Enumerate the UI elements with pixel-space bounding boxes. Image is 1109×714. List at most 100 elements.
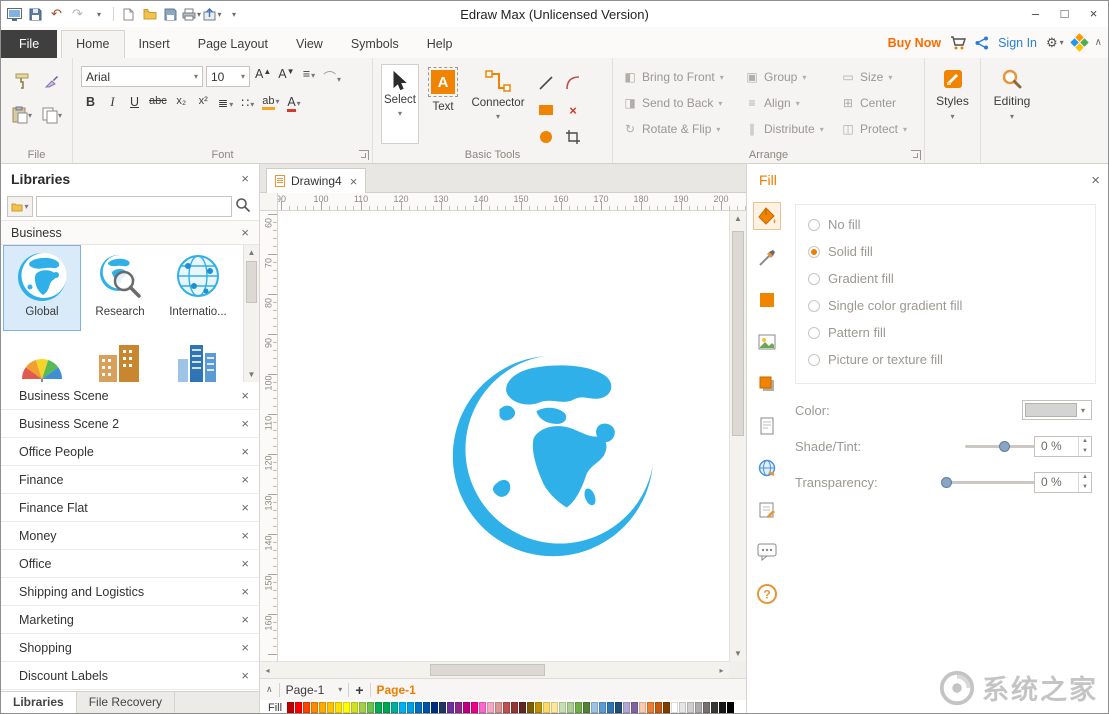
color-swatch[interactable] [439, 702, 447, 713]
color-swatch[interactable] [359, 702, 367, 713]
color-swatch[interactable] [319, 702, 327, 713]
strikethrough-button[interactable]: abc [147, 95, 169, 115]
print-icon[interactable]: ▾ [182, 4, 201, 24]
color-swatch[interactable] [511, 702, 519, 713]
color-swatch[interactable] [719, 702, 727, 713]
color-swatch[interactable] [287, 702, 295, 713]
scroll-down-icon[interactable]: ▼ [730, 646, 746, 661]
library-section-close-icon[interactable]: × [241, 556, 249, 571]
color-swatch[interactable] [415, 702, 423, 713]
color-swatch[interactable] [463, 702, 471, 713]
panel-bottom-tab[interactable]: Libraries [1, 692, 77, 713]
color-swatch[interactable] [503, 702, 511, 713]
align-text-button[interactable]: ≡ ▾ [300, 67, 319, 87]
shape-style-icon[interactable] [753, 286, 781, 314]
color-swatch[interactable] [327, 702, 335, 713]
note-icon[interactable] [753, 496, 781, 524]
color-swatch[interactable] [567, 702, 575, 713]
buy-now-link[interactable]: Buy Now [888, 36, 941, 50]
color-swatch[interactable] [399, 702, 407, 713]
comment-icon[interactable] [753, 538, 781, 566]
shape-buildings[interactable] [81, 331, 159, 382]
cart-icon[interactable] [950, 35, 967, 50]
underline-button[interactable]: U [125, 95, 144, 115]
color-swatch[interactable] [679, 702, 687, 713]
library-section-row[interactable]: Office × [1, 550, 259, 578]
rectangle-tool-icon[interactable] [534, 98, 558, 122]
sign-in-link[interactable]: Sign In [998, 36, 1037, 50]
color-swatch[interactable] [479, 702, 487, 713]
color-swatch[interactable] [303, 702, 311, 713]
line-style-icon[interactable] [753, 244, 781, 272]
arrange-menu-button[interactable]: ▣ Group ▾ [745, 64, 841, 90]
color-swatch[interactable] [615, 702, 623, 713]
transparency-spinner[interactable]: 0 % ▲ ▼ [1034, 471, 1092, 493]
fill-option[interactable]: Gradient fill [796, 265, 1095, 292]
save-as-icon[interactable] [161, 4, 180, 24]
canvas-horizontal-scrollbar[interactable]: ◂ ▸ [260, 661, 729, 678]
add-page-button[interactable]: + [355, 682, 363, 698]
shade-tint-spinner[interactable]: 0 % ▲ ▼ [1034, 435, 1092, 457]
new-document-icon[interactable] [119, 4, 138, 24]
ribbon-tab[interactable]: Help [413, 31, 467, 58]
shrink-font-button[interactable]: A ▼ [276, 67, 296, 87]
slider-knob[interactable] [999, 440, 1010, 452]
bold-button[interactable]: B [81, 95, 100, 115]
color-swatch[interactable] [295, 702, 303, 713]
color-swatch[interactable] [407, 702, 415, 713]
theme-icon[interactable] [1069, 33, 1089, 52]
select-tool-button[interactable]: Select ▾ [381, 64, 419, 144]
library-section-close-icon[interactable]: × [241, 612, 249, 627]
crop-tool-icon[interactable] [561, 125, 585, 149]
line-spacing-button[interactable]: ≣ ▾ [216, 95, 236, 115]
highlight-color-button[interactable]: ab ▾ [260, 95, 281, 115]
grow-font-button[interactable]: A ▲ [253, 67, 273, 87]
library-section-row[interactable]: Shipping and Logistics × [1, 578, 259, 606]
scroll-up-icon[interactable]: ▲ [244, 245, 259, 260]
fill-strip-label[interactable]: Fill [268, 702, 282, 714]
color-swatch[interactable] [551, 702, 559, 713]
collapse-panel-icon[interactable]: ∧ [266, 684, 273, 695]
color-swatch[interactable] [471, 702, 479, 713]
color-picker-dropdown[interactable]: ▾ [1021, 400, 1092, 420]
connector-tool-button[interactable]: Connector ▾ [467, 64, 529, 144]
copy-icon[interactable]: ▾ [39, 100, 65, 130]
library-section-close-icon[interactable]: × [241, 668, 249, 683]
fill-panel-close-icon[interactable]: × [1091, 172, 1100, 189]
fill-option[interactable]: Picture or texture fill [796, 346, 1095, 373]
bullets-button[interactable]: ∷ ▾ [238, 95, 257, 115]
fill-option[interactable]: Single color gradient fill [796, 292, 1095, 319]
color-swatch[interactable] [447, 702, 455, 713]
color-swatch[interactable] [575, 702, 583, 713]
color-swatch[interactable] [535, 702, 543, 713]
color-swatch[interactable] [591, 702, 599, 713]
scrollbar-thumb[interactable] [246, 261, 257, 303]
library-section-row[interactable]: Business Scene 2 × [1, 410, 259, 438]
color-swatch[interactable] [655, 702, 663, 713]
shadow-icon[interactable] [753, 370, 781, 398]
scrollbar-thumb[interactable] [430, 664, 545, 676]
color-swatch[interactable] [383, 702, 391, 713]
minimize-button[interactable]: – [1021, 1, 1050, 25]
arrange-menu-button[interactable]: ▭ Size ▾ [841, 64, 929, 90]
shape-global[interactable]: Global [3, 245, 81, 331]
text-tool-button[interactable]: A Text [424, 64, 462, 144]
fill-option[interactable]: Pattern fill [796, 319, 1095, 346]
export-icon[interactable]: ▾ [203, 4, 222, 24]
library-section-row[interactable]: Money × [1, 522, 259, 550]
color-swatch[interactable] [559, 702, 567, 713]
ribbon-tab[interactable]: Page Layout [184, 31, 282, 58]
canvas-vertical-scrollbar[interactable]: ▲ ▼ [729, 211, 746, 661]
arrange-menu-button[interactable]: ≡ Align ▾ [745, 90, 841, 116]
delete-tool-icon[interactable]: × [561, 98, 585, 122]
library-section-row[interactable]: Business Scene × [1, 382, 259, 410]
font-family-combo[interactable]: Arial ▾ [81, 66, 203, 87]
picture-icon[interactable] [753, 328, 781, 356]
color-swatch[interactable] [583, 702, 591, 713]
maximize-button[interactable]: □ [1050, 1, 1079, 25]
color-swatch[interactable] [367, 702, 375, 713]
ribbon-tab[interactable]: Home [61, 30, 125, 58]
shape-international[interactable]: Internatio... [159, 245, 237, 331]
transparency-slider[interactable] [941, 476, 1047, 488]
library-section-row[interactable]: Finance × [1, 466, 259, 494]
